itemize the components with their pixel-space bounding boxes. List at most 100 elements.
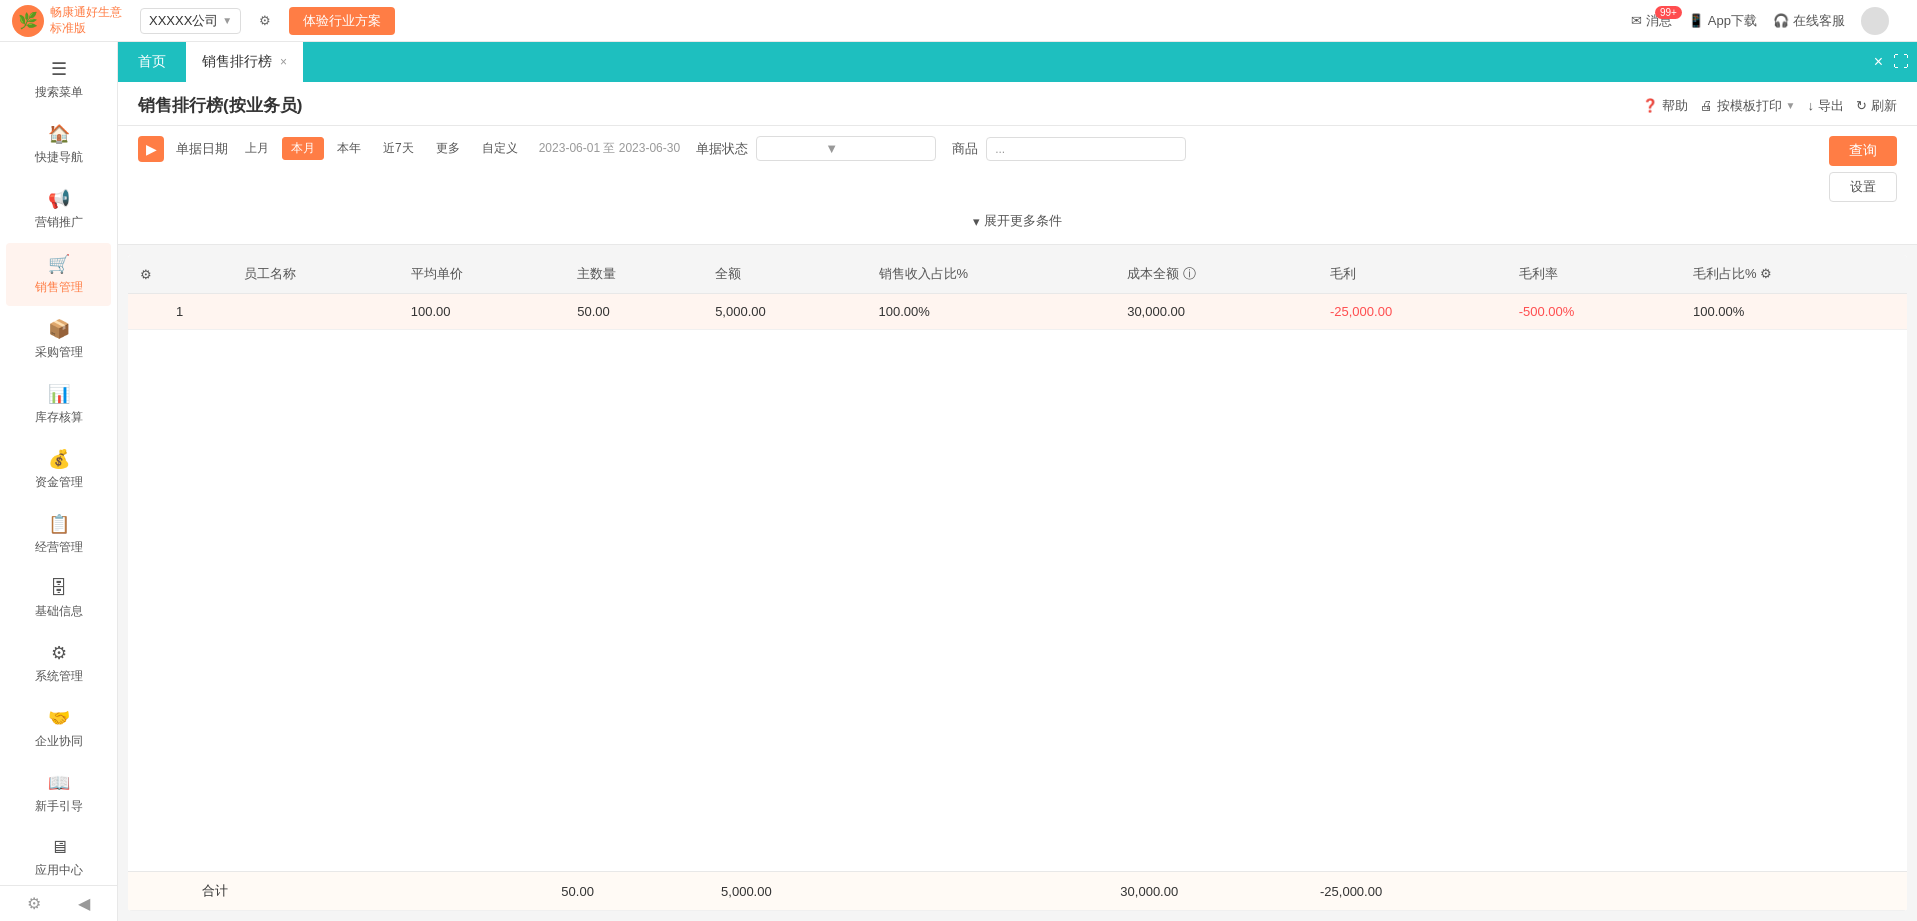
settings-icon[interactable]: ⚙ [251,7,279,35]
col-settings: ⚙ [128,255,164,294]
settings-button[interactable]: 设置 [1829,172,1897,202]
purchase-icon: 📦 [48,318,70,340]
date-btn-last-month[interactable]: 上月 [236,137,278,160]
page-content: 销售排行榜(按业务员) ❓ 帮助 🖨 按模板打印 ▼ ↓ 导出 [118,82,1917,921]
row-rank-cell: 1 [164,294,232,330]
tab-close-all-icon[interactable]: × [1874,53,1883,71]
query-button[interactable]: 查询 [1829,136,1897,166]
row-avg-price-cell: 100.00 [399,294,565,330]
sidebar-item-basic-label: 基础信息 [35,603,83,620]
goods-filter: 商品 ... [952,137,1186,161]
footer-gross-pct-cell [1707,872,1907,911]
footer-label-cell: 合计 [190,872,390,911]
sidebar-item-collab-label: 企业协同 [35,733,83,750]
search-menu-icon: ☰ [51,58,67,80]
sidebar-item-purchase[interactable]: 📦 采购管理 [6,308,111,371]
filter-fields: 单据日期 上月 本月 本年 近7天 更多 自定义 2023-06-01 至 20… [176,136,1829,161]
table-wrapper: ⚙ 员工名称 平均单价 主数量 全额 销售收入占比% 成本全额 ⓘ 毛利 毛利率 [128,255,1907,911]
status-select[interactable]: ▼ [756,136,936,161]
tab-expand-icon[interactable]: ⛶ [1893,53,1909,71]
messages-button[interactable]: ✉ 消息 99+ [1631,12,1672,30]
export-icon: ↓ [1808,98,1815,113]
app-download-label: App下载 [1708,12,1757,30]
date-btn-7days[interactable]: 近7天 [374,137,423,160]
col-sales-pct: 销售收入占比% [867,255,1116,294]
app-download-button[interactable]: 📱 App下载 [1688,12,1757,30]
help-label: 帮助 [1662,97,1688,115]
footer-sales-pct-cell [909,872,1109,911]
col-qty: 主数量 [565,255,703,294]
col-amount: 全额 [703,255,866,294]
date-options: 上月 本月 本年 近7天 更多 自定义 [236,137,527,160]
help-button[interactable]: ❓ 帮助 [1642,97,1688,115]
export-button[interactable]: ↓ 导出 [1808,97,1845,115]
tab-home[interactable]: 首页 [118,42,186,82]
home-icon: 🏠 [48,123,70,145]
print-button[interactable]: 🖨 按模板打印 ▼ [1700,97,1796,115]
inventory-icon: 📊 [48,383,70,405]
avatar[interactable] [1861,7,1889,35]
marketing-icon: 📢 [48,188,70,210]
help-icon: ❓ [1642,98,1658,113]
sidebar-item-management[interactable]: 📋 经营管理 [6,503,111,566]
date-btn-this-year[interactable]: 本年 [328,137,370,160]
tab-sales-ranking[interactable]: 销售排行榜 × [186,42,303,82]
headset-icon: 🎧 [1773,13,1789,28]
messages-badge: 99+ [1655,6,1682,19]
sidebar-item-search[interactable]: ☰ 搜索菜单 [6,48,111,111]
logo-text: 畅康通好生意 标准版 [50,5,122,36]
sidebar-collapse-icon[interactable]: ◀ [78,894,90,913]
service-label: 在线客服 [1793,12,1845,30]
tab-bar-right: × ⛶ [1874,53,1917,71]
refresh-icon: ↻ [1856,98,1867,113]
data-table: ⚙ 员工名称 平均单价 主数量 全额 销售收入占比% 成本全额 ⓘ 毛利 毛利率 [128,255,1907,330]
sidebar-bottom: ⚙ ◀ [0,885,117,921]
row-amount-cell: 5,000.00 [703,294,866,330]
sidebar-item-finance[interactable]: 💰 资金管理 [6,438,111,501]
management-icon: 📋 [48,513,70,535]
row-gross-pct-cell: 100.00% [1681,294,1907,330]
filter-toggle-button[interactable]: ▶ [138,136,164,162]
expand-label: 展开更多条件 [984,212,1062,230]
goods-input[interactable]: ... [986,137,1186,161]
sidebar-item-basic[interactable]: 🗄 基础信息 [6,568,111,630]
row-cost-cell: 30,000.00 [1115,294,1318,330]
page-actions: ❓ 帮助 🖨 按模板打印 ▼ ↓ 导出 ↻ 刷新 [1642,97,1897,115]
system-icon: ⚙ [51,642,67,664]
sidebar-item-appcenter[interactable]: 🖥 应用中心 [6,827,111,885]
sidebar-item-collab[interactable]: 🤝 企业协同 [6,697,111,760]
guide-icon: 📖 [48,772,70,794]
page-title: 销售排行榜(按业务员) [138,94,302,117]
refresh-button[interactable]: ↻ 刷新 [1856,97,1897,115]
col-rank [164,255,232,294]
trial-button[interactable]: 体验行业方案 [289,7,395,35]
date-btn-this-month[interactable]: 本月 [282,137,324,160]
sidebar-item-quicknav[interactable]: 🏠 快捷导航 [6,113,111,176]
expand-conditions-button[interactable]: ▾ 展开更多条件 [138,208,1897,234]
table-scroll[interactable]: ⚙ 员工名称 平均单价 主数量 全额 销售收入占比% 成本全额 ⓘ 毛利 毛利率 [128,255,1907,871]
sidebar-item-guide[interactable]: 📖 新手引导 [6,762,111,825]
sidebar-item-sales[interactable]: 🛒 销售管理 [6,243,111,306]
date-range-display: 2023-06-01 至 2023-06-30 [539,140,680,157]
sidebar-item-marketing[interactable]: 📢 营销推广 [6,178,111,241]
date-btn-more[interactable]: 更多 [427,137,469,160]
sidebar-settings-icon[interactable]: ⚙ [27,894,41,913]
sidebar-item-sales-label: 销售管理 [35,279,83,296]
footer-qty-cell: 50.00 [549,872,709,911]
row-gross-rate-cell: -500.00% [1507,294,1681,330]
status-filter: 单据状态 ▼ [696,136,936,161]
sidebar-nav: ☰ 搜索菜单 🏠 快捷导航 📢 营销推广 🛒 销售管理 📦 采购管理 📊 [0,42,117,885]
sidebar-item-quicknav-label: 快捷导航 [35,149,83,166]
tab-close-icon[interactable]: × [280,55,287,69]
filter-area: ▶ 单据日期 上月 本月 本年 近7天 更多 [118,126,1917,245]
online-service-button[interactable]: 🎧 在线客服 [1773,12,1845,30]
sidebar-item-inventory[interactable]: 📊 库存核算 [6,373,111,436]
date-btn-custom[interactable]: 自定义 [473,137,527,160]
query-col: 查询 设置 [1829,136,1897,202]
row-gross-cell: -25,000.00 [1318,294,1507,330]
sidebar-item-system[interactable]: ⚙ 系统管理 [6,632,111,695]
status-filter-label: 单据状态 [696,140,748,158]
footer-rank-cell [160,872,190,911]
sidebar-item-finance-label: 资金管理 [35,474,83,491]
company-selector[interactable]: XXXXX公司 ▼ [140,8,241,34]
